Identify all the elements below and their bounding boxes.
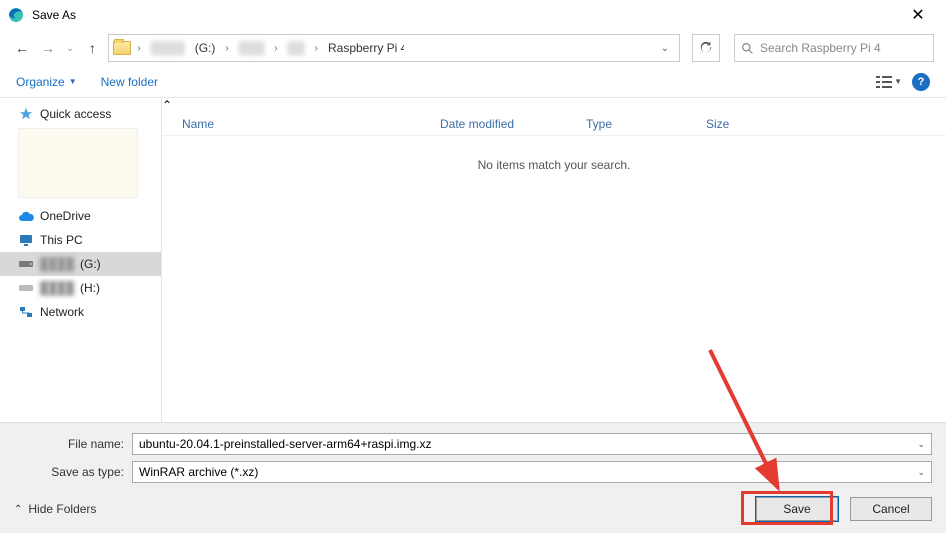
column-date[interactable]: Date modified <box>440 117 586 131</box>
help-button[interactable]: ? <box>912 73 930 91</box>
breadcrumb-sep-icon: › <box>311 43 322 54</box>
breadcrumb-current[interactable]: Raspberry Pi 4 <box>324 39 404 57</box>
breadcrumb-drive[interactable]: (G:) <box>191 39 220 57</box>
sidebar-item-label: OneDrive <box>40 209 91 223</box>
close-icon[interactable]: ✕ <box>898 5 938 25</box>
quick-access-thumb[interactable] <box>18 128 138 198</box>
filename-input[interactable]: ubuntu-20.04.1-preinstalled-server-arm64… <box>132 433 932 455</box>
breadcrumb-sep-icon: › <box>133 43 144 54</box>
window-title: Save As <box>32 8 898 22</box>
cloud-icon <box>18 208 34 224</box>
breadcrumb-sep-icon: › <box>270 43 281 54</box>
breadcrumb-redacted-3[interactable]: ██ <box>284 39 309 57</box>
sort-indicator-icon: ⌃ <box>162 98 172 112</box>
organize-label: Organize <box>16 75 65 89</box>
breadcrumb-sep-icon: › <box>221 43 232 54</box>
sidebar-item-drive-h[interactable]: ████ (H:) <box>0 276 161 300</box>
search-input[interactable] <box>760 41 927 55</box>
drive-icon <box>18 256 34 272</box>
organize-button[interactable]: Organize ▼ <box>16 75 77 89</box>
column-headers: Name Date modified Type Size <box>162 112 946 136</box>
sidebar-item-network[interactable]: Network <box>0 300 161 324</box>
up-button[interactable]: ↑ <box>82 38 102 58</box>
hide-folders-label: Hide Folders <box>28 502 96 516</box>
new-folder-button[interactable]: New folder <box>101 75 158 89</box>
search-box[interactable] <box>734 34 934 62</box>
address-bar[interactable]: › ████ (G:) › ███ › ██ › Raspberry Pi 4 … <box>108 34 680 62</box>
chevron-down-icon[interactable]: ⌄ <box>917 467 925 478</box>
breadcrumb-redacted-1[interactable]: ████ <box>147 39 189 57</box>
sidebar-item-label-redacted: ████ <box>40 257 74 271</box>
chevron-down-icon[interactable]: ⌄ <box>917 439 925 450</box>
sidebar-item-onedrive[interactable]: OneDrive <box>0 204 161 228</box>
pc-icon <box>18 232 34 248</box>
toolbar: Organize ▼ New folder ▼ ? <box>0 66 946 98</box>
nav-pane: Quick access OneDrive This PC ████ (G:) … <box>0 98 162 428</box>
filename-value: ubuntu-20.04.1-preinstalled-server-arm64… <box>139 437 431 451</box>
folder-icon <box>113 41 131 55</box>
sidebar-item-label: (H:) <box>80 281 100 295</box>
sidebar-item-label: (G:) <box>80 257 101 271</box>
nav-row: ← → ⌄ ↑ › ████ (G:) › ███ › ██ › Raspber… <box>0 30 946 66</box>
sidebar-item-drive-g[interactable]: ████ (G:) <box>0 252 161 276</box>
search-icon <box>741 42 754 55</box>
chevron-down-icon: ▼ <box>69 77 77 86</box>
sidebar-item-label: Quick access <box>40 107 111 121</box>
refresh-button[interactable] <box>692 34 720 62</box>
address-dropdown-icon[interactable]: ⌄ <box>655 43 675 54</box>
save-button[interactable]: Save <box>756 497 838 521</box>
sidebar-item-quick-access[interactable]: Quick access <box>0 102 161 126</box>
main-area: Quick access OneDrive This PC ████ (G:) … <box>0 98 946 428</box>
bottom-panel: File name: ubuntu-20.04.1-preinstalled-s… <box>0 422 946 533</box>
star-icon <box>18 106 34 122</box>
back-button[interactable]: ← <box>12 38 32 58</box>
drive-icon <box>18 280 34 296</box>
network-icon <box>18 304 34 320</box>
column-size[interactable]: Size <box>706 117 806 131</box>
column-name[interactable]: Name <box>182 117 440 131</box>
forward-button[interactable]: → <box>38 38 58 58</box>
sidebar-item-label-redacted: ████ <box>40 281 74 295</box>
view-options-button[interactable]: ▼ <box>876 76 902 88</box>
sidebar-item-label: This PC <box>40 233 83 247</box>
history-dropdown-icon[interactable]: ⌄ <box>66 43 74 54</box>
filename-label: File name: <box>14 437 124 451</box>
cancel-button[interactable]: Cancel <box>850 497 932 521</box>
sidebar-item-this-pc[interactable]: This PC <box>0 228 161 252</box>
chevron-up-icon: ⌃ <box>14 504 22 515</box>
empty-message: No items match your search. <box>162 158 946 172</box>
type-label: Save as type: <box>14 465 124 479</box>
type-value: WinRAR archive (*.xz) <box>139 465 258 479</box>
edge-icon <box>8 7 24 23</box>
titlebar: Save As ✕ <box>0 0 946 30</box>
column-type[interactable]: Type <box>586 117 706 131</box>
hide-folders-button[interactable]: ⌃ Hide Folders <box>14 502 96 516</box>
type-select[interactable]: WinRAR archive (*.xz) ⌄ <box>132 461 932 483</box>
file-list-pane[interactable]: ⌃ Name Date modified Type Size No items … <box>162 98 946 428</box>
sidebar-item-label: Network <box>40 305 84 319</box>
breadcrumb-redacted-2[interactable]: ███ <box>235 39 269 57</box>
